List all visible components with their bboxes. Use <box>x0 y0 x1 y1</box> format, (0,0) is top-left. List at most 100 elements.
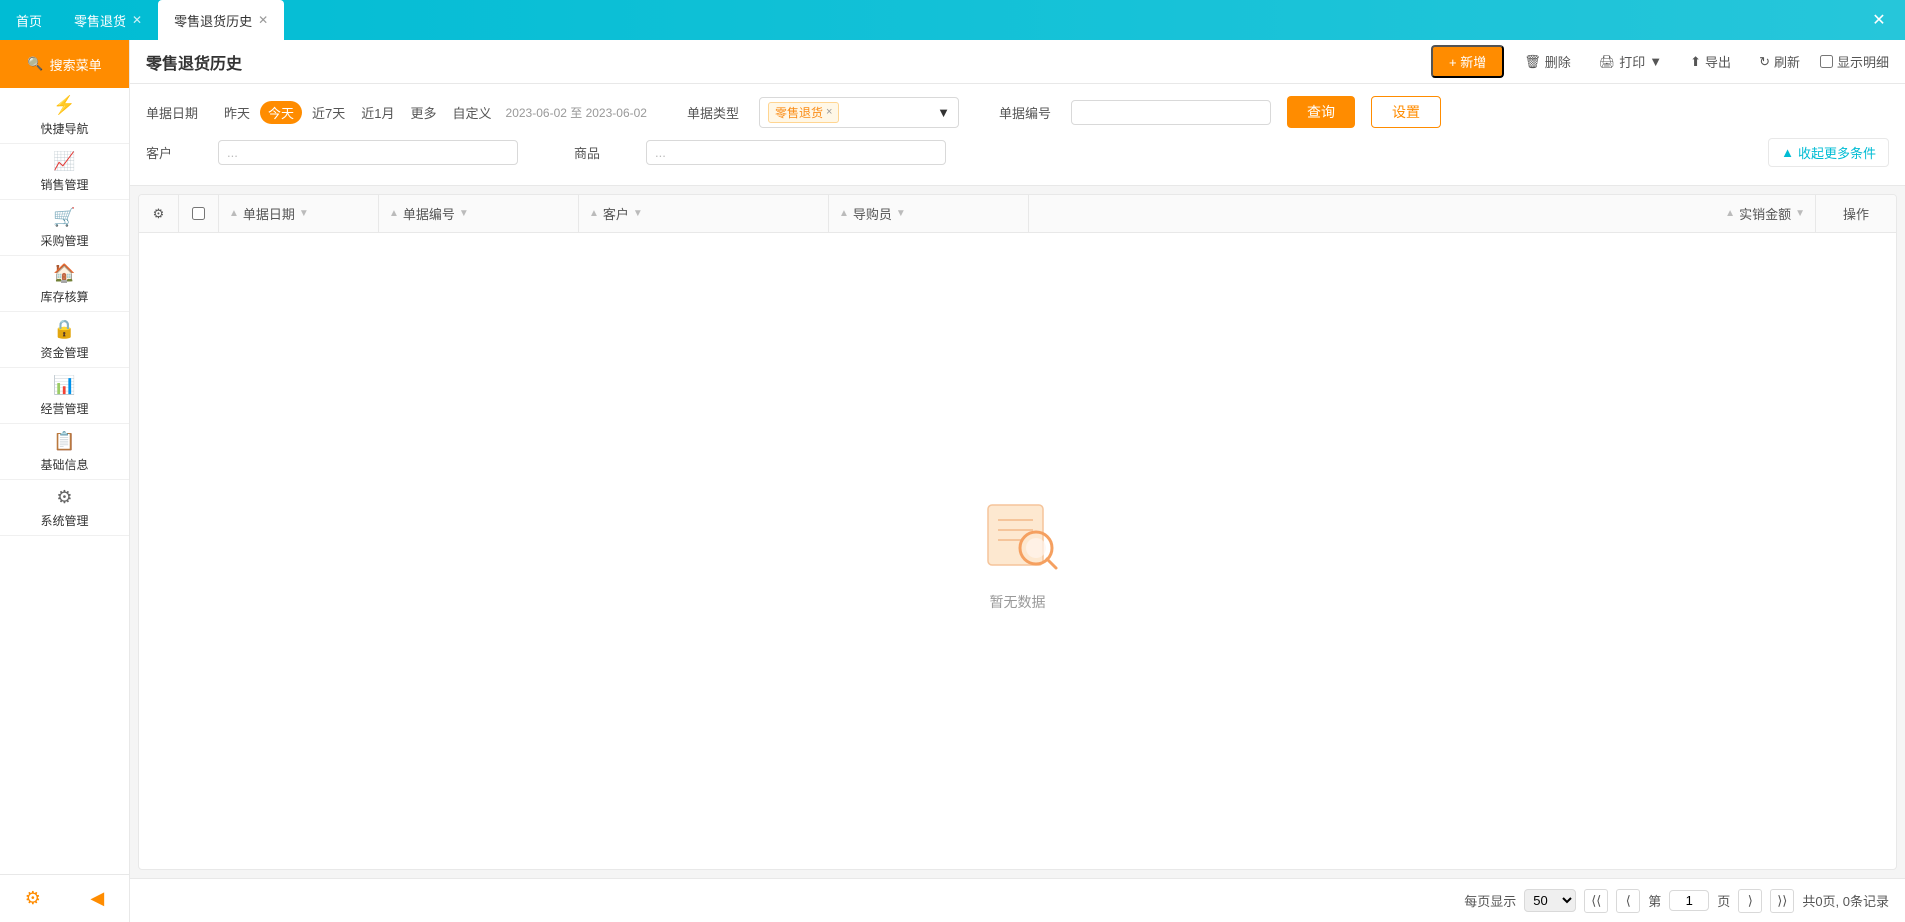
goods-filter-label: 商品 <box>574 143 630 162</box>
delete-label: 删除 <box>1545 52 1571 71</box>
customer-select[interactable]: ... <box>218 140 518 165</box>
sidebar-item-purchase[interactable]: 🛒 采购管理 <box>0 200 129 256</box>
type-tag: 零售退货 × <box>768 102 839 123</box>
voucher-input[interactable] <box>1071 100 1271 125</box>
th-amount: ▲ 实销金额 ▼ <box>1029 195 1816 232</box>
sort-up-icon-2[interactable]: ▲ <box>389 208 399 219</box>
sidebar-item-finance[interactable]: 🔒 资金管理 <box>0 312 129 368</box>
export-icon: ⬆ <box>1690 54 1701 70</box>
sidebar-item-inventory[interactable]: 🏠 库存核算 <box>0 256 129 312</box>
purchase-icon: 🛒 <box>53 207 75 228</box>
tab-home-label: 首页 <box>16 11 42 30</box>
sort-down-icon-4[interactable]: ▼ <box>896 208 906 219</box>
collapse-icon: ▲ <box>1781 145 1794 160</box>
sort-down-icon-3[interactable]: ▼ <box>633 208 643 219</box>
sidebar-item-basicinfo[interactable]: 📋 基础信息 <box>0 424 129 480</box>
date-option-more[interactable]: 更多 <box>405 101 443 124</box>
date-option-today[interactable]: 今天 <box>260 101 302 124</box>
inventory-icon: 🏠 <box>53 263 75 284</box>
prev-page-btn[interactable]: ⟨ <box>1616 889 1640 913</box>
delete-button[interactable]: 🗑 删除 <box>1516 48 1579 75</box>
tab-home[interactable]: 首页 <box>0 0 58 40</box>
tab-retail-return-history[interactable]: 零售退货历史 ✕ <box>158 0 284 40</box>
tab-retail-return-history-label: 零售退货历史 <box>174 11 252 30</box>
th-amount-label: 实销金额 <box>1739 204 1791 223</box>
select-all-checkbox[interactable] <box>192 207 205 220</box>
collapse-sidebar-btn[interactable]: ◀ <box>90 888 104 909</box>
th-customer-label: 客户 <box>603 204 629 223</box>
sort-up-icon-5[interactable]: ▲ <box>1725 208 1735 219</box>
total-info: 共0页, 0条记录 <box>1802 891 1889 910</box>
toolbar: + 新增 🗑 删除 🖨 打印 ▼ ⬆ 导出 ↻ 刷新 <box>1431 45 1889 78</box>
sort-up-icon[interactable]: ▲ <box>229 208 239 219</box>
settings-gear-icon: ⚙ <box>153 206 165 222</box>
goods-placeholder: ... <box>655 145 666 160</box>
sidebar-item-sales[interactable]: 📈 销售管理 <box>0 144 129 200</box>
settings-button[interactable]: 设置 <box>1371 96 1441 128</box>
refresh-button[interactable]: ↻ 刷新 <box>1751 48 1808 75</box>
filter-area: 单据日期 昨天 今天 近7天 近1月 更多 自定义 2023-06-02 至 2… <box>130 84 1905 186</box>
empty-text: 暂无数据 <box>990 592 1046 612</box>
last-page-btn[interactable]: ⟩⟩ <box>1770 889 1794 913</box>
page-size-label: 每页显示 <box>1464 891 1516 910</box>
voucher-filter-label: 单据编号 <box>999 103 1055 122</box>
th-date-label: 单据日期 <box>243 204 295 223</box>
operations-icon: 📊 <box>53 375 75 396</box>
basicinfo-icon: 📋 <box>53 431 75 452</box>
page-size-select[interactable]: 20 50 100 <box>1524 889 1576 912</box>
print-icon: 🖨 <box>1599 54 1616 70</box>
collapse-button[interactable]: ▲ 收起更多条件 <box>1768 138 1889 167</box>
sidebar-item-sales-label: 销售管理 <box>40 176 88 193</box>
date-option-1month[interactable]: 近1月 <box>355 101 400 124</box>
sidebar-item-operations[interactable]: 📊 经营管理 <box>0 368 129 424</box>
settings-bottom-btn[interactable]: ⚙ <box>25 888 41 909</box>
next-page-btn[interactable]: ⟩ <box>1738 889 1762 913</box>
tab-retail-return-history-close[interactable]: ✕ <box>258 13 268 27</box>
sidebar-item-system-label: 系统管理 <box>40 512 88 529</box>
empty-state: 暂无数据 <box>139 233 1896 869</box>
sort-up-icon-3[interactable]: ▲ <box>589 208 599 219</box>
show-detail-checkbox[interactable]: 显示明细 <box>1820 52 1889 71</box>
page-label: 第 <box>1648 891 1661 910</box>
th-checkbox[interactable] <box>179 195 219 232</box>
date-option-custom[interactable]: 自定义 <box>447 101 498 124</box>
sort-up-icon-4[interactable]: ▲ <box>839 208 849 219</box>
sidebar-item-operations-label: 经营管理 <box>40 400 88 417</box>
th-settings[interactable]: ⚙ <box>139 195 179 232</box>
th-guide: ▲ 导购员 ▼ <box>829 195 1029 232</box>
date-filter-label: 单据日期 <box>146 103 202 122</box>
sidebar-item-purchase-label: 采购管理 <box>40 232 88 249</box>
sidebar-item-quicknav[interactable]: ⚡ 快捷导航 <box>0 88 129 144</box>
sort-down-icon[interactable]: ▼ <box>299 208 309 219</box>
sidebar-item-quicknav-label: 快捷导航 <box>40 120 88 137</box>
th-action-label: 操作 <box>1843 204 1869 223</box>
tab-retail-return-close[interactable]: ✕ <box>132 13 142 27</box>
window-close-btn[interactable]: ✕ <box>1869 10 1889 30</box>
export-label: 导出 <box>1705 52 1731 71</box>
sort-down-icon-5[interactable]: ▼ <box>1795 208 1805 219</box>
date-option-yesterday[interactable]: 昨天 <box>218 101 256 124</box>
goods-select[interactable]: ... <box>646 140 946 165</box>
tab-retail-return[interactable]: 零售退货 ✕ <box>58 0 158 40</box>
print-button[interactable]: 🖨 打印 ▼ <box>1591 48 1670 75</box>
th-customer: ▲ 客户 ▼ <box>579 195 829 232</box>
customer-placeholder: ... <box>227 145 238 160</box>
export-button[interactable]: ⬆ 导出 <box>1682 48 1739 75</box>
sidebar-item-system[interactable]: ⚙ 系统管理 <box>0 480 129 536</box>
query-button[interactable]: 查询 <box>1287 96 1355 128</box>
first-page-btn[interactable]: ⟨⟨ <box>1584 889 1608 913</box>
show-detail-input[interactable] <box>1820 55 1833 68</box>
sort-down-icon-2[interactable]: ▼ <box>459 208 469 219</box>
new-button[interactable]: + 新增 <box>1431 45 1504 78</box>
refresh-icon: ↻ <box>1759 54 1770 70</box>
date-option-7days[interactable]: 近7天 <box>306 101 351 124</box>
type-select[interactable]: 零售退货 × ▼ <box>759 97 959 128</box>
sidebar: 🔍 搜索菜单 ⚡ 快捷导航 📈 销售管理 🛒 采购管理 🏠 库存核算 🔒 资金管… <box>0 40 130 922</box>
page-number-input[interactable] <box>1669 890 1709 911</box>
sidebar-search-label: 搜索菜单 <box>50 55 102 74</box>
print-label: 打印 <box>1619 52 1645 71</box>
sidebar-search[interactable]: 🔍 搜索菜单 <box>0 40 129 88</box>
filter-row-2: 客户 ... 商品 ... ▲ 收起更多条件 <box>146 138 1889 167</box>
main-layout: 🔍 搜索菜单 ⚡ 快捷导航 📈 销售管理 🛒 采购管理 🏠 库存核算 🔒 资金管… <box>0 40 1905 922</box>
type-tag-close[interactable]: × <box>826 106 832 118</box>
